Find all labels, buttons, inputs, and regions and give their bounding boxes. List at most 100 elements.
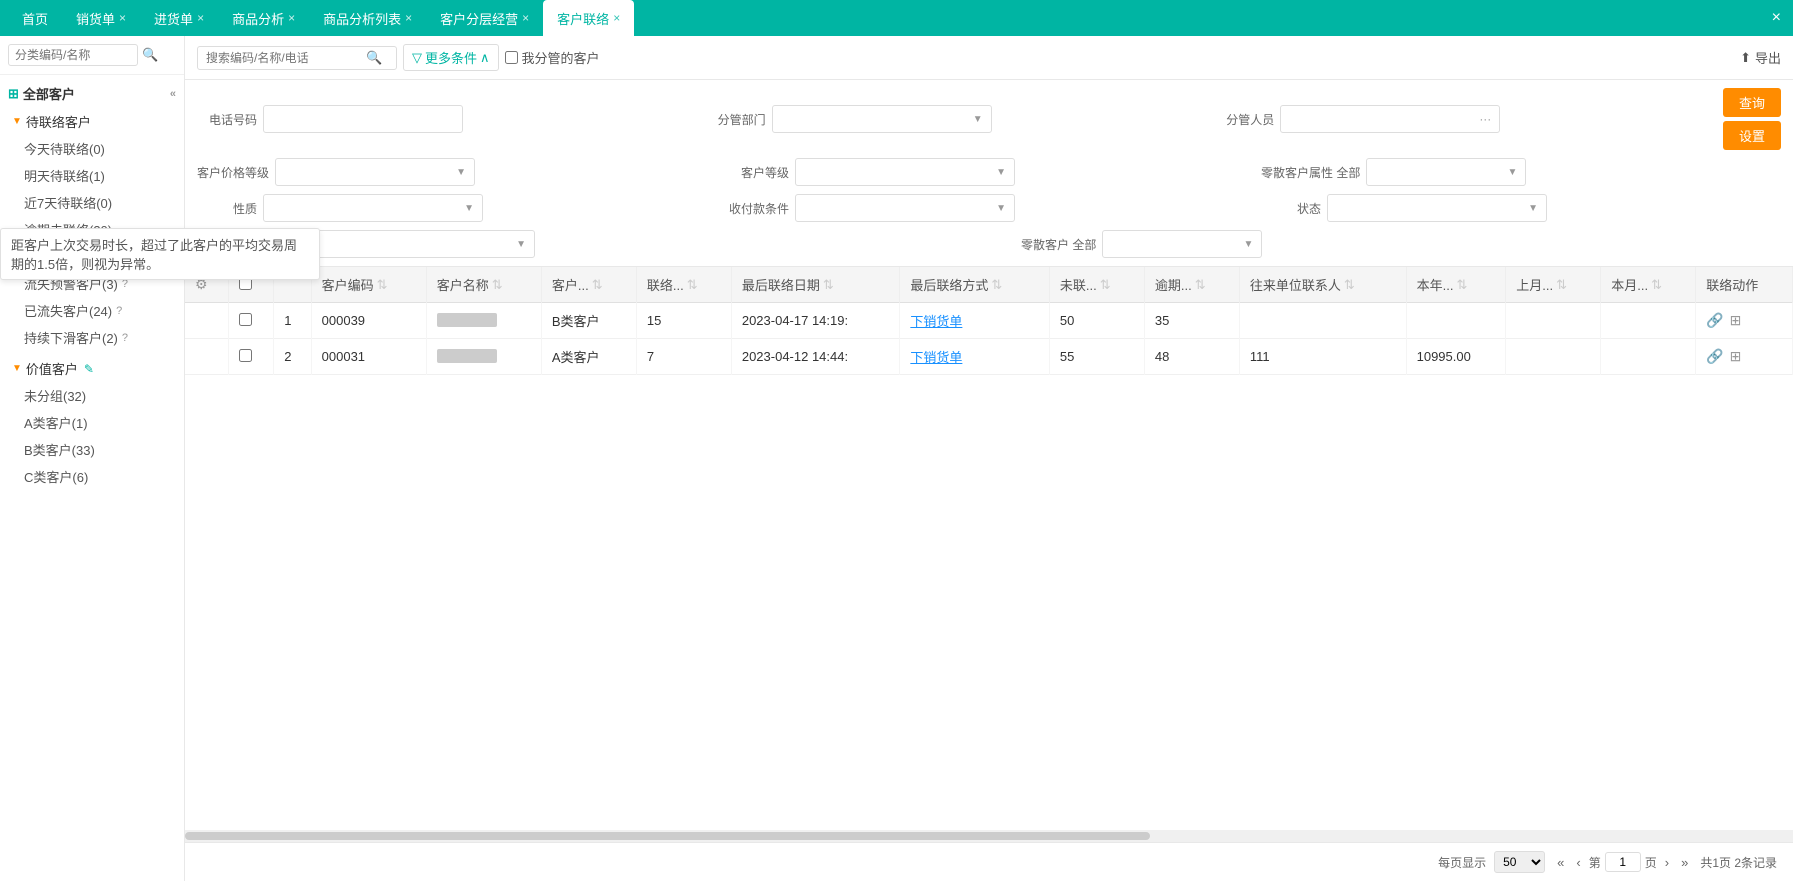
page-input[interactable] <box>1605 852 1641 872</box>
nav-product-analysis-list[interactable]: 商品分析列表 × <box>309 0 426 36</box>
sort-icon-date: ⇅ <box>823 277 834 293</box>
total-label: 共1页 2条记录 <box>1700 854 1777 871</box>
nav-product-analysis-close[interactable]: × <box>288 11 295 25</box>
sidebar-collapse-icon[interactable]: « <box>170 88 176 100</box>
sidebar-item-class-b[interactable]: B类客户(33) <box>0 436 184 463</box>
sidebar-item-class-a[interactable]: A类客户(1) <box>0 409 184 436</box>
td-year-2: 10995.00 <box>1406 339 1506 375</box>
td-index-1: 1 <box>274 303 311 339</box>
filter-scattered-customer-field: 零散客户 全部 ▼ <box>1021 230 1781 258</box>
next-page-btn[interactable]: › <box>1661 853 1673 872</box>
th-customer-type[interactable]: 客户...⇅ <box>541 267 636 303</box>
th-this-month[interactable]: 本月...⇅ <box>1601 267 1696 303</box>
nav-sales-order-close[interactable]: × <box>119 11 126 25</box>
td-last-month-2 <box>1506 339 1601 375</box>
sidebar-item-already-lost[interactable]: 已流失客户(24) ? <box>0 297 184 324</box>
td-type-2: A类客户 <box>541 339 636 375</box>
nav-customer-layering-close[interactable]: × <box>522 11 529 25</box>
th-customer-code[interactable]: 客户编码⇅ <box>311 267 426 303</box>
grid-action-icon-2[interactable]: ⊞ <box>1730 348 1742 365</box>
payment-select[interactable]: ▼ <box>795 194 1015 222</box>
td-name-1 <box>426 303 541 339</box>
scattered-attr-select[interactable]: ▼ <box>1366 158 1526 186</box>
person-select[interactable]: ··· <box>1280 105 1500 133</box>
page-unit: 页 <box>1645 854 1657 871</box>
contact-method-link-1[interactable]: 下销货单 <box>910 314 962 329</box>
link-icon-1[interactable]: 🔗 <box>1706 312 1723 329</box>
th-last-month[interactable]: 上月...⇅ <box>1506 267 1601 303</box>
td-last-month-1 <box>1506 303 1601 339</box>
th-overdue[interactable]: 逾期...⇅ <box>1144 267 1239 303</box>
scattered-customer-select[interactable]: ▼ <box>1102 230 1262 258</box>
row-checkbox-2[interactable] <box>239 349 252 362</box>
th-this-year[interactable]: 本年...⇅ <box>1406 267 1506 303</box>
scattered-customer-arrow: ▼ <box>1243 239 1253 250</box>
nav-product-analysis-list-close[interactable]: × <box>405 11 412 25</box>
td-code-2: 000031 <box>311 339 426 375</box>
nav-purchase-order-close[interactable]: × <box>197 11 204 25</box>
more-conditions-btn[interactable]: ▽ 更多条件 ∧ <box>403 44 499 71</box>
sidebar-search-icon[interactable]: 🔍 <box>142 47 158 63</box>
nav-sales-order[interactable]: 销货单 × <box>62 0 140 36</box>
sidebar-item-continuous-down[interactable]: 持续下滑客户(2) ? <box>0 324 184 351</box>
row-checkbox-1[interactable] <box>239 313 252 326</box>
contact-method-link-2[interactable]: 下销货单 <box>910 350 962 365</box>
prev-page-btn[interactable]: ‹ <box>1572 853 1584 872</box>
dept-select[interactable]: ▼ <box>772 105 992 133</box>
per-page-select[interactable]: 50 20 100 <box>1494 851 1545 873</box>
th-action: 联络动作 <box>1696 267 1793 303</box>
customer-level-select[interactable]: ▼ <box>795 158 1015 186</box>
sidebar: 🔍 ⊞ 全部客户 « ▼ 待联络客户 今天待联络(0) 明天待联络(1) 近7天… <box>0 36 185 881</box>
first-page-btn[interactable]: « <box>1553 853 1568 872</box>
nav-customer-contact-close[interactable]: × <box>613 11 620 25</box>
th-contact-count[interactable]: 联络...⇅ <box>636 267 731 303</box>
price-level-select[interactable]: ▼ <box>275 158 475 186</box>
td-checkbox-2 <box>229 339 274 375</box>
td-method-1[interactable]: 下销货单 <box>900 303 1050 339</box>
filter-dept-field: 分管部门 ▼ <box>706 105 1203 133</box>
last-page-btn[interactable]: » <box>1677 853 1692 872</box>
phone-input[interactable] <box>263 105 463 133</box>
query-button[interactable]: 查询 <box>1723 88 1781 117</box>
th-customer-name[interactable]: 客户名称⇅ <box>426 267 541 303</box>
customer-type-select[interactable]: ▼ <box>315 230 535 258</box>
grid-action-icon-1[interactable]: ⊞ <box>1730 312 1742 329</box>
nav-customer-layering[interactable]: 客户分层经营 × <box>426 0 543 36</box>
sidebar-all-customers[interactable]: ⊞ 全部客户 « <box>0 79 184 108</box>
sidebar-item-class-c[interactable]: C类客户(6) <box>0 463 184 490</box>
th-unit-contact[interactable]: 往来单位联系人⇅ <box>1239 267 1406 303</box>
th-last-contact-date[interactable]: 最后联络日期⇅ <box>731 267 900 303</box>
my-customers-checkbox[interactable] <box>505 51 518 64</box>
th-last-contact-method[interactable]: 最后联络方式⇅ <box>900 267 1050 303</box>
sidebar-pending-contact-group[interactable]: ▼ 待联络客户 <box>0 108 184 135</box>
export-btn[interactable]: ⬆ 导出 <box>1740 48 1781 67</box>
sidebar-value-customer-group[interactable]: ▼ 价值客户 ✎ <box>0 355 184 382</box>
my-customers-checkbox-wrap[interactable]: 我分管的客户 <box>505 48 600 67</box>
main-search-icon[interactable]: 🔍 <box>366 50 382 66</box>
window-close-btn[interactable]: × <box>1772 9 1781 27</box>
nav-customer-contact[interactable]: 客户联络 × <box>543 0 634 36</box>
main-search-input[interactable] <box>206 51 366 65</box>
dept-select-arrow: ▼ <box>973 114 983 125</box>
pager: « ‹ 第 页 › » <box>1553 852 1692 872</box>
nav-home[interactable]: 首页 <box>8 0 62 36</box>
sidebar-search-input[interactable] <box>8 44 138 66</box>
nav-purchase-order[interactable]: 进货单 × <box>140 0 218 36</box>
filter-phone-field: 电话号码 <box>197 105 694 133</box>
link-icon-2[interactable]: 🔗 <box>1706 348 1723 365</box>
scrollbar-thumb[interactable] <box>185 832 1150 840</box>
set-button[interactable]: 设置 <box>1723 121 1781 150</box>
td-method-2[interactable]: 下销货单 <box>900 339 1050 375</box>
sidebar-item-today[interactable]: 今天待联络(0) <box>0 135 184 162</box>
td-contact-1: 15 <box>636 303 731 339</box>
value-group-edit-icon[interactable]: ✎ <box>84 362 94 376</box>
status-arrow: ▼ <box>1528 203 1538 214</box>
th-uncontacted[interactable]: 未联...⇅ <box>1049 267 1144 303</box>
sidebar-item-7days[interactable]: 近7天待联络(0) <box>0 189 184 216</box>
sidebar-item-tomorrow[interactable]: 明天待联络(1) <box>0 162 184 189</box>
horizontal-scrollbar[interactable] <box>185 830 1793 842</box>
nav-product-analysis[interactable]: 商品分析 × <box>218 0 309 36</box>
nature-select[interactable]: ▼ <box>263 194 483 222</box>
status-select[interactable]: ▼ <box>1327 194 1547 222</box>
sidebar-item-unclassified[interactable]: 未分组(32) <box>0 382 184 409</box>
